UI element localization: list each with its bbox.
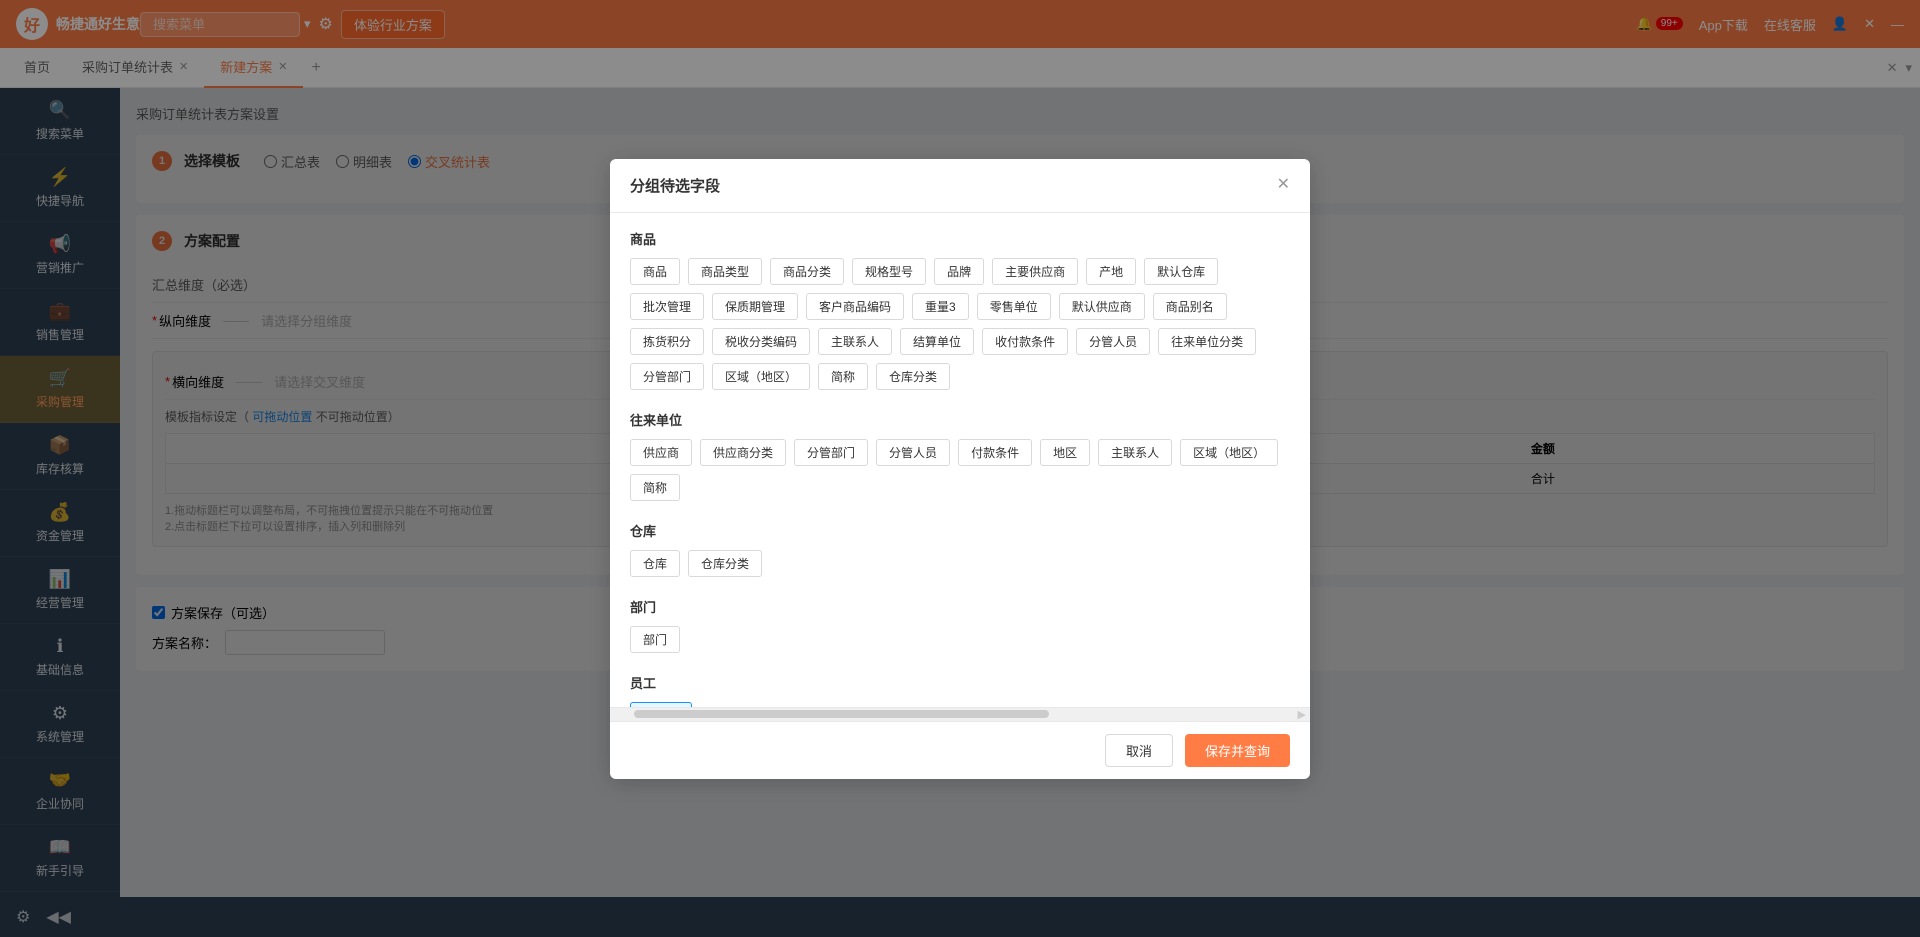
field-tag[interactable]: 重量3 bbox=[912, 293, 969, 320]
field-tag[interactable]: 简称 bbox=[630, 474, 680, 501]
field-select-modal: 分组待选字段 ✕ 商品 商品 商品类型 商品分类 规格型号 品牌 主要供应商 产… bbox=[610, 159, 1310, 779]
field-tag[interactable]: 保质期管理 bbox=[712, 293, 798, 320]
field-tag[interactable]: 商品 bbox=[630, 258, 680, 285]
field-tag[interactable]: 拣货积分 bbox=[630, 328, 704, 355]
section-employee-title: 员工 bbox=[630, 673, 1290, 692]
modal-hscrollbar[interactable]: ▶ bbox=[610, 707, 1310, 721]
field-tag[interactable]: 默认仓库 bbox=[1144, 258, 1218, 285]
field-tag[interactable]: 主联系人 bbox=[818, 328, 892, 355]
section-employee: 员工 业务员 bbox=[630, 673, 1290, 707]
field-tag[interactable]: 分管部门 bbox=[630, 363, 704, 390]
section-department-title: 部门 bbox=[630, 597, 1290, 616]
field-tag[interactable]: 仓库 bbox=[630, 550, 680, 577]
field-tag[interactable]: 默认供应商 bbox=[1059, 293, 1145, 320]
field-tag[interactable]: 区域（地区） bbox=[1180, 439, 1278, 466]
goods-field-grid: 商品 商品类型 商品分类 规格型号 品牌 主要供应商 产地 默认仓库 批次管理 … bbox=[630, 258, 1290, 390]
field-tag[interactable]: 分管人员 bbox=[1076, 328, 1150, 355]
warehouse-field-grid: 仓库 仓库分类 bbox=[630, 550, 1290, 577]
field-tag[interactable]: 分管部门 bbox=[794, 439, 868, 466]
field-tag[interactable]: 商品分类 bbox=[770, 258, 844, 285]
field-tag[interactable]: 主联系人 bbox=[1098, 439, 1172, 466]
section-goods: 商品 商品 商品类型 商品分类 规格型号 品牌 主要供应商 产地 默认仓库 批次… bbox=[630, 229, 1290, 390]
modal-overlay: 分组待选字段 ✕ 商品 商品 商品类型 商品分类 规格型号 品牌 主要供应商 产… bbox=[0, 0, 1920, 937]
confirm-button[interactable]: 保存并查询 bbox=[1185, 734, 1290, 767]
field-tag[interactable]: 仓库分类 bbox=[876, 363, 950, 390]
field-tag[interactable]: 主要供应商 bbox=[992, 258, 1078, 285]
cancel-button[interactable]: 取消 bbox=[1105, 734, 1173, 767]
modal-title: 分组待选字段 bbox=[630, 175, 720, 196]
field-tag[interactable]: 结算单位 bbox=[900, 328, 974, 355]
field-tag[interactable]: 往来单位分类 bbox=[1158, 328, 1256, 355]
hscrollbar-thumb[interactable] bbox=[634, 710, 1049, 718]
section-partners: 往来单位 供应商 供应商分类 分管部门 分管人员 付款条件 地区 主联系人 区域… bbox=[630, 410, 1290, 501]
modal-footer: 取消 保存并查询 bbox=[610, 721, 1310, 779]
section-department: 部门 部门 bbox=[630, 597, 1290, 653]
field-tag[interactable]: 供应商分类 bbox=[700, 439, 786, 466]
field-tag[interactable]: 供应商 bbox=[630, 439, 692, 466]
field-tag[interactable]: 品牌 bbox=[934, 258, 984, 285]
field-tag[interactable]: 产地 bbox=[1086, 258, 1136, 285]
department-field-grid: 部门 bbox=[630, 626, 1290, 653]
field-tag[interactable]: 商品别名 bbox=[1153, 293, 1227, 320]
field-tag[interactable]: 税收分类编码 bbox=[712, 328, 810, 355]
field-tag[interactable]: 规格型号 bbox=[852, 258, 926, 285]
field-tag[interactable]: 商品类型 bbox=[688, 258, 762, 285]
modal-header: 分组待选字段 ✕ bbox=[610, 159, 1310, 213]
field-tag[interactable]: 批次管理 bbox=[630, 293, 704, 320]
field-tag[interactable]: 部门 bbox=[630, 626, 680, 653]
modal-close-btn[interactable]: ✕ bbox=[1277, 177, 1290, 193]
section-warehouse-title: 仓库 bbox=[630, 521, 1290, 540]
field-tag[interactable]: 仓库分类 bbox=[688, 550, 762, 577]
section-warehouse: 仓库 仓库 仓库分类 bbox=[630, 521, 1290, 577]
section-partners-title: 往来单位 bbox=[630, 410, 1290, 429]
field-tag[interactable]: 区域（地区） bbox=[712, 363, 810, 390]
field-tag[interactable]: 客户商品编码 bbox=[806, 293, 904, 320]
field-tag[interactable]: 分管人员 bbox=[876, 439, 950, 466]
field-tag[interactable]: 简称 bbox=[818, 363, 868, 390]
field-tag[interactable]: 付款条件 bbox=[958, 439, 1032, 466]
field-tag[interactable]: 零售单位 bbox=[977, 293, 1051, 320]
section-goods-title: 商品 bbox=[630, 229, 1290, 248]
modal-body: 商品 商品 商品类型 商品分类 规格型号 品牌 主要供应商 产地 默认仓库 批次… bbox=[610, 213, 1310, 707]
hscrollbar-right: ▶ bbox=[1298, 708, 1306, 721]
field-tag[interactable]: 地区 bbox=[1040, 439, 1090, 466]
field-tag[interactable]: 收付款条件 bbox=[982, 328, 1068, 355]
partners-field-grid: 供应商 供应商分类 分管部门 分管人员 付款条件 地区 主联系人 区域（地区） … bbox=[630, 439, 1290, 501]
